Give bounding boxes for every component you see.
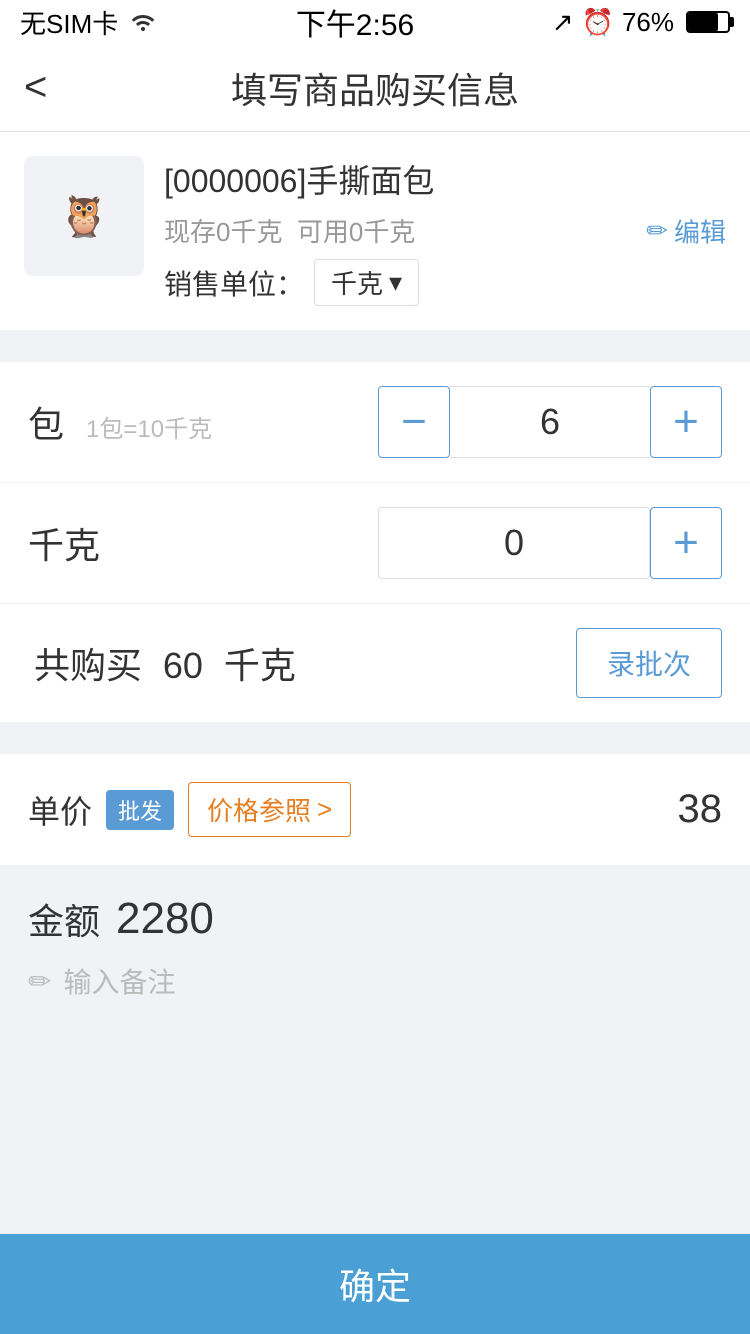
product-title: 手撕面包	[306, 163, 434, 199]
pack-plus-button[interactable]: +	[650, 386, 722, 458]
product-stock: 现存0千克 可用0千克	[164, 212, 726, 249]
total-prefix: 共购买	[34, 645, 142, 686]
alarm-icon: ⏰	[582, 7, 614, 38]
note-row[interactable]: ✏ 输入备注	[28, 961, 722, 1001]
pack-hint: 1包=10千克	[86, 416, 212, 443]
battery-icon	[686, 11, 730, 33]
amount-label: 金额	[28, 893, 100, 945]
price-value: 38	[678, 787, 723, 832]
amount-value: 2280	[116, 894, 214, 944]
price-ref-label: 价格参照	[207, 791, 311, 828]
note-icon: ✏	[28, 965, 51, 998]
location-icon: ↗	[552, 7, 574, 38]
divider-1	[0, 346, 750, 362]
amount-section: 金额 2280 ✏ 输入备注	[0, 865, 750, 1065]
product-unit-row: 销售单位： 千克 ▾	[164, 259, 726, 306]
nav-bar: < 填写商品购买信息	[0, 44, 750, 132]
note-placeholder: 输入备注	[63, 961, 175, 1001]
pack-label-group: 包 1包=10千克	[28, 396, 378, 448]
kg-controls: +	[378, 507, 722, 579]
product-thumbnail: 🦉	[24, 156, 144, 276]
status-bar: 无SIM卡 下午2:56 ↗ ⏰ 76%	[0, 0, 750, 44]
kg-plus-button[interactable]: +	[650, 507, 722, 579]
available-text: 可用0千克	[297, 217, 415, 247]
edit-button[interactable]: ✏ 编辑	[646, 213, 726, 250]
status-right: ↗ ⏰ 76%	[552, 7, 730, 38]
price-label: 单价	[28, 787, 92, 833]
pack-controls: − +	[378, 386, 722, 458]
divider-2	[0, 738, 750, 754]
wifi-icon	[128, 7, 158, 38]
kg-label: 千克	[28, 517, 378, 569]
product-card: 🦉 [0000006]手撕面包 现存0千克 可用0千克 销售单位： 千克 ▾ ✏…	[0, 132, 750, 330]
pack-minus-button[interactable]: −	[378, 386, 450, 458]
back-button[interactable]: <	[24, 65, 47, 110]
price-section: 单价 批发 价格参照 > 38	[0, 754, 750, 865]
quantity-section: 包 1包=10千克 − + 千克 +	[0, 362, 750, 604]
product-info: [0000006]手撕面包 现存0千克 可用0千克 销售单位： 千克 ▾	[164, 156, 726, 306]
product-thumb-icon: 🦉	[59, 193, 109, 240]
status-time: 下午2:56	[296, 0, 414, 44]
status-left: 无SIM卡	[20, 4, 158, 41]
product-name: [0000006]手撕面包	[164, 156, 726, 202]
price-ref-button[interactable]: 价格参照 >	[188, 782, 351, 837]
kg-input[interactable]	[378, 507, 650, 579]
price-ref-arrow: >	[317, 794, 332, 825]
confirm-button[interactable]: 确定	[0, 1234, 750, 1334]
edit-icon: ✏	[646, 216, 668, 247]
product-id: [0000006]	[164, 163, 306, 199]
kg-row: 千克 +	[0, 483, 750, 604]
stock-text: 现存0千克	[164, 217, 282, 247]
amount-row: 金额 2280	[28, 893, 722, 945]
unit-value: 千克	[331, 264, 383, 301]
price-type-tag: 批发	[106, 790, 174, 830]
unit-select[interactable]: 千克 ▾	[314, 259, 419, 306]
total-section: 共购买 60 千克 录批次	[0, 604, 750, 722]
total-text: 共购买 60 千克	[28, 637, 302, 689]
carrier-text: 无SIM卡	[20, 4, 118, 41]
pack-row: 包 1包=10千克 − +	[0, 362, 750, 483]
total-amount: 60	[163, 645, 203, 686]
unit-dropdown-icon: ▾	[389, 267, 402, 298]
battery-percent: 76%	[622, 7, 674, 38]
total-unit: 千克	[224, 645, 296, 686]
pack-input[interactable]	[450, 386, 650, 458]
batch-button[interactable]: 录批次	[576, 628, 722, 698]
page-title: 填写商品购买信息	[231, 62, 519, 114]
pack-label: 包	[28, 404, 64, 445]
edit-label: 编辑	[674, 213, 726, 250]
unit-label: 销售单位：	[164, 263, 304, 303]
